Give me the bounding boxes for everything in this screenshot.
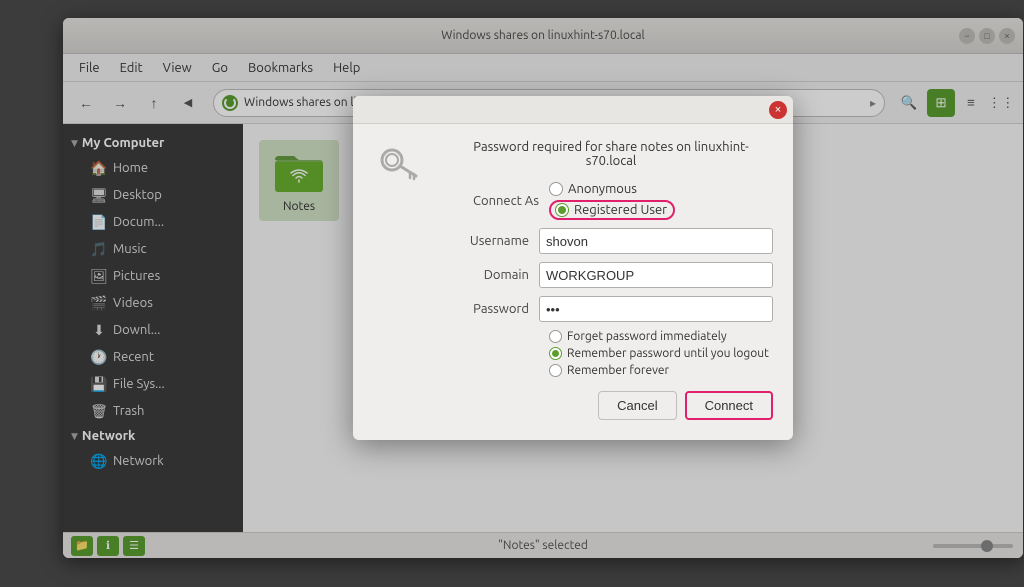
domain-input[interactable] [539, 262, 773, 288]
remember-forever-option[interactable]: Remember forever [549, 364, 773, 377]
key-icon [373, 144, 423, 184]
cancel-button[interactable]: Cancel [598, 391, 676, 420]
anonymous-option[interactable]: Anonymous [549, 182, 675, 196]
remember-logout-radio[interactable] [549, 347, 562, 360]
remember-forever-label: Remember forever [567, 364, 669, 377]
domain-row: Domain [449, 262, 773, 288]
anonymous-radio[interactable] [549, 182, 563, 196]
remember-logout-option[interactable]: Remember password until you logout [549, 347, 773, 360]
remember-logout-label: Remember password until you logout [567, 347, 769, 360]
username-label: Username [449, 234, 539, 248]
connect-button[interactable]: Connect [685, 391, 773, 420]
dialog-close-button[interactable]: × [769, 101, 787, 119]
dialog-titlebar: × [353, 96, 793, 124]
registered-user-option[interactable]: Registered User [549, 200, 675, 220]
forget-password-label: Forget password immediately [567, 330, 727, 343]
connect-as-row: Connect As Anonymous Regis [449, 182, 773, 220]
domain-label: Domain [449, 268, 539, 282]
dialog-buttons: Cancel Connect [449, 391, 773, 420]
registered-radio[interactable] [555, 203, 569, 217]
dialog-title: Password required for share notes on lin… [449, 140, 773, 168]
dialog-body: Password required for share notes on lin… [353, 124, 793, 440]
file-manager-window: Windows shares on linuxhint-s70.local − … [63, 18, 1023, 558]
password-options: Forget password immediately Remember pas… [549, 330, 773, 377]
dialog-overlay: × [63, 18, 1023, 558]
anonymous-label: Anonymous [568, 182, 637, 196]
connect-as-label: Connect As [449, 194, 539, 208]
username-input[interactable] [539, 228, 773, 254]
password-label: Password [449, 302, 539, 316]
connect-as-options: Anonymous Registered User [549, 182, 675, 220]
remember-forever-radio[interactable] [549, 364, 562, 377]
forget-password-option[interactable]: Forget password immediately [549, 330, 773, 343]
password-dialog: × [353, 96, 793, 440]
registered-label: Registered User [574, 203, 667, 217]
forget-password-radio[interactable] [549, 330, 562, 343]
password-row: Password [449, 296, 773, 322]
password-input[interactable] [539, 296, 773, 322]
username-row: Username [449, 228, 773, 254]
